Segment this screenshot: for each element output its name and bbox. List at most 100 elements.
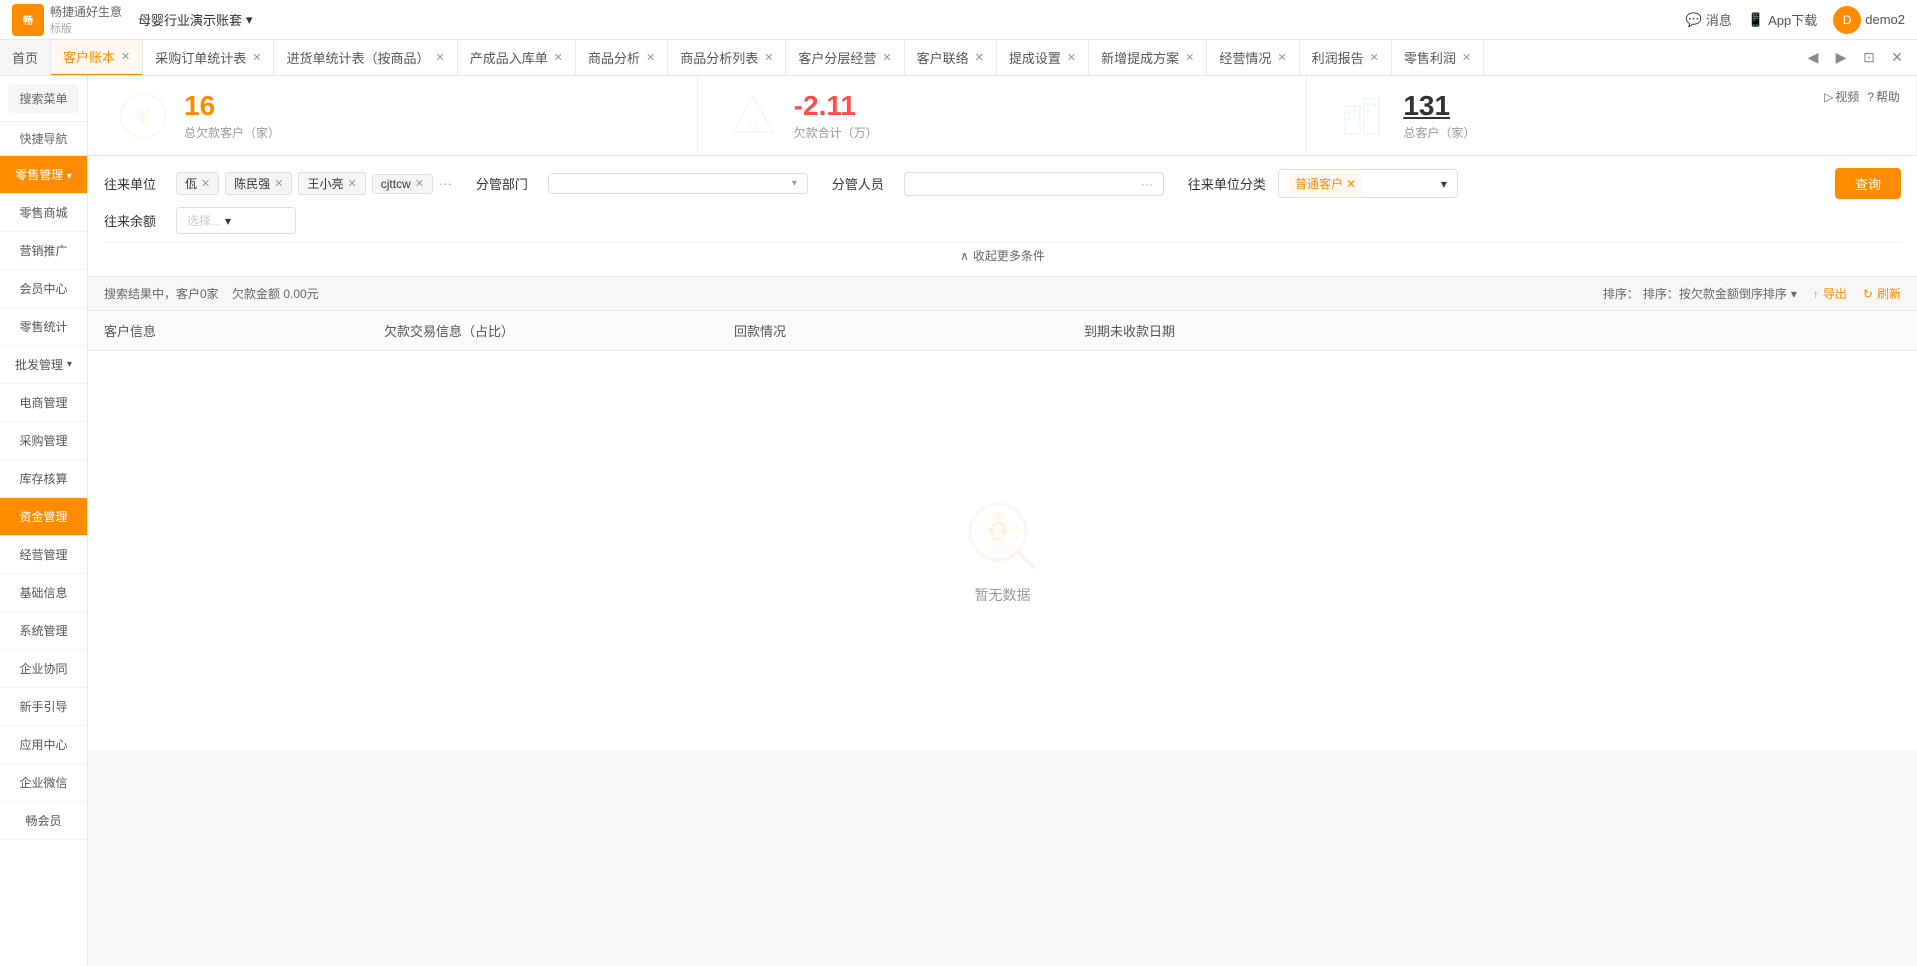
close-tab-goods-list[interactable]: ✕: [764, 51, 773, 64]
close-tab-customer-layer[interactable]: ✕: [882, 51, 891, 64]
stat-info-debt: -2.11 欠款合计（万）: [794, 90, 878, 141]
tab-new-commission[interactable]: 新增提成方案 ✕: [1089, 40, 1207, 76]
up-arrow-icon: ∧: [960, 249, 969, 263]
stat-right-btns: ▷ 视频 ? 帮助: [1824, 88, 1900, 105]
sidebar-item-inventory[interactable]: 库存核算: [0, 460, 87, 498]
close-tab-account-book[interactable]: ✕: [121, 50, 130, 63]
query-button[interactable]: 查询: [1835, 168, 1901, 199]
close-tab-goods-analysis[interactable]: ✕: [646, 51, 655, 64]
tab-goods-analysis[interactable]: 商品分析 ✕: [576, 40, 668, 76]
remove-tag-wang[interactable]: ✕: [347, 177, 356, 190]
sidebar-item-wholesale[interactable]: 批发管理 ▾: [0, 346, 87, 384]
play-icon: ▷: [1824, 90, 1833, 104]
sidebar-item-basic-info[interactable]: 基础信息: [0, 574, 87, 612]
tab-account-book[interactable]: 客户账本 ✕: [51, 40, 143, 76]
sort-select[interactable]: 排序： 排序：按欠款金额倒序排序 ▾: [1603, 285, 1797, 302]
tab-home[interactable]: 首页: [0, 40, 51, 76]
sidebar-item-system[interactable]: 系统管理: [0, 612, 87, 650]
chevron-down-icon: ▾: [67, 359, 72, 370]
user-menu[interactable]: D demo2: [1833, 6, 1905, 34]
messages-btn[interactable]: 💬 消息: [1686, 10, 1732, 29]
results-summary: 搜索结果中，客户0家 欠款金额 0.00元: [104, 285, 319, 302]
sidebar-item-wechat[interactable]: 企业微信: [0, 764, 87, 802]
export-icon: ↑: [1813, 287, 1819, 301]
help-btn[interactable]: ? 帮助: [1867, 88, 1900, 105]
stat-value-customers: 16: [184, 90, 280, 122]
sidebar-item-member[interactable]: 会员中心: [0, 270, 87, 308]
filter-tag-wa: 佤 ✕: [176, 172, 219, 195]
refresh-icon: ↻: [1863, 287, 1873, 301]
results-actions: 排序： 排序：按欠款金额倒序排序 ▾ ↑ 导出 ↻ 刷新: [1603, 285, 1901, 302]
tab-profit-report[interactable]: 利润报告 ✕: [1300, 40, 1392, 76]
app-download-btn[interactable]: 📱 App下载: [1748, 10, 1817, 29]
stat-total-debt: ◇ -2.11 欠款合计（万）: [698, 76, 1308, 155]
tab-goods-list[interactable]: 商品分析列表 ✕: [668, 40, 786, 76]
stat-icon-debt: ◇: [728, 91, 778, 141]
close-tab-production[interactable]: ✕: [554, 51, 563, 64]
filter-classify-select[interactable]: 普通客户 ✕ ▾: [1278, 169, 1458, 198]
export-btn[interactable]: ↑ 导出: [1813, 285, 1847, 302]
filter-person-select[interactable]: ···: [904, 172, 1164, 196]
remove-tag-chen[interactable]: ✕: [274, 177, 283, 190]
sidebar-item-retail[interactable]: 零售管理 ▾: [0, 156, 87, 194]
filter-balance-select[interactable]: 选择... ▾: [176, 207, 296, 234]
tab-stock-stats[interactable]: 进货单统计表（按商品） ✕: [274, 40, 457, 76]
sidebar-item-operation[interactable]: 经营管理: [0, 536, 87, 574]
filter-tag-wang: 王小亮 ✕: [298, 172, 365, 195]
tab-customer-contact[interactable]: 客户联络 ✕: [905, 40, 997, 76]
close-tab-purchase-order[interactable]: ✕: [252, 51, 261, 64]
close-tab-stock-stats[interactable]: ✕: [436, 51, 445, 64]
tab-operation[interactable]: 经营情况 ✕: [1207, 40, 1299, 76]
sidebar-item-ecommerce[interactable]: 电商管理: [0, 384, 87, 422]
sidebar-item-retail-stats[interactable]: 零售统计: [0, 308, 87, 346]
stats-bar: ¥ 16 总欠款客户（家） ◇ -2.11 欠款合计（: [88, 76, 1917, 156]
svg-text:¥: ¥: [136, 104, 150, 129]
close-tab-profit-report[interactable]: ✕: [1370, 51, 1379, 64]
close-tab-operation[interactable]: ✕: [1277, 51, 1286, 64]
tab-customer-layer[interactable]: 客户分层经营 ✕: [786, 40, 904, 76]
phone-icon: 📱: [1748, 12, 1764, 28]
refresh-btn[interactable]: ↻ 刷新: [1863, 285, 1901, 302]
sidebar-item-marketing[interactable]: 营销推广: [0, 232, 87, 270]
sidebar-item-finance[interactable]: 资金管理: [0, 498, 87, 536]
classify-arrow-icon: ▾: [1441, 177, 1447, 191]
stat-label-debt: 欠款合计（万）: [794, 124, 878, 141]
close-tab-commission-setting[interactable]: ✕: [1067, 51, 1076, 64]
close-tab-retail-profit[interactable]: ✕: [1462, 51, 1471, 64]
stat-info-customers: 16 总欠款客户（家）: [184, 90, 280, 141]
sidebar-item-guide[interactable]: 新手引导: [0, 688, 87, 726]
stat-value-all-customers: 131: [1403, 90, 1475, 122]
tab-commission-setting[interactable]: 提成设置 ✕: [997, 40, 1089, 76]
tab-window-btn[interactable]: ⊡: [1857, 46, 1881, 70]
filter-more-btn[interactable]: ···: [439, 176, 452, 191]
sidebar-item-fast-nav[interactable]: 快捷导航: [0, 122, 87, 156]
close-tab-customer-contact[interactable]: ✕: [975, 51, 984, 64]
tab-next-btn[interactable]: ▶: [1829, 46, 1853, 70]
remove-tag-wa[interactable]: ✕: [201, 177, 210, 190]
store-selector[interactable]: 母婴行业演示账套 ▾: [130, 6, 261, 33]
sidebar-item-app-center[interactable]: 应用中心: [0, 726, 87, 764]
tab-retail-profit[interactable]: 零售利润 ✕: [1392, 40, 1484, 76]
sidebar-item-purchase[interactable]: 采购管理: [0, 422, 87, 460]
sidebar: 搜索菜单 快捷导航 零售管理 ▾ 零售商城 营销推广 会员中心 零售统计 批发管…: [0, 76, 88, 966]
collapse-filter-btn[interactable]: ∧ 收起更多条件: [104, 242, 1901, 268]
tab-production[interactable]: 产成品入库单 ✕: [458, 40, 576, 76]
sidebar-item-vip[interactable]: 畅会员: [0, 802, 87, 840]
remove-classify-tag[interactable]: ✕: [1346, 177, 1356, 191]
video-btn[interactable]: ▷ 视频: [1824, 88, 1859, 105]
sidebar-item-collab[interactable]: 企业协同: [0, 650, 87, 688]
remove-tag-cj[interactable]: ✕: [415, 177, 424, 190]
empty-icon: [963, 497, 1043, 577]
sidebar-item-retail-mall[interactable]: 零售商城: [0, 194, 87, 232]
tab-close-btn[interactable]: ✕: [1885, 46, 1909, 70]
filter-dept-select[interactable]: ▾: [548, 173, 808, 194]
table-col-customer: 客户信息: [104, 321, 384, 340]
search-menu-btn[interactable]: 搜索菜单: [8, 84, 79, 113]
tab-controls: ◀ ▶ ⊡ ✕: [1793, 46, 1917, 70]
tab-prev-btn[interactable]: ◀: [1801, 46, 1825, 70]
logo-icon: 畅: [12, 4, 44, 36]
close-tab-new-commission[interactable]: ✕: [1185, 51, 1194, 64]
tab-purchase-order[interactable]: 采购订单统计表 ✕: [143, 40, 274, 76]
filter-classify-label: 往来单位分类: [1188, 174, 1266, 193]
chevron-down-icon: ▾: [246, 12, 253, 28]
